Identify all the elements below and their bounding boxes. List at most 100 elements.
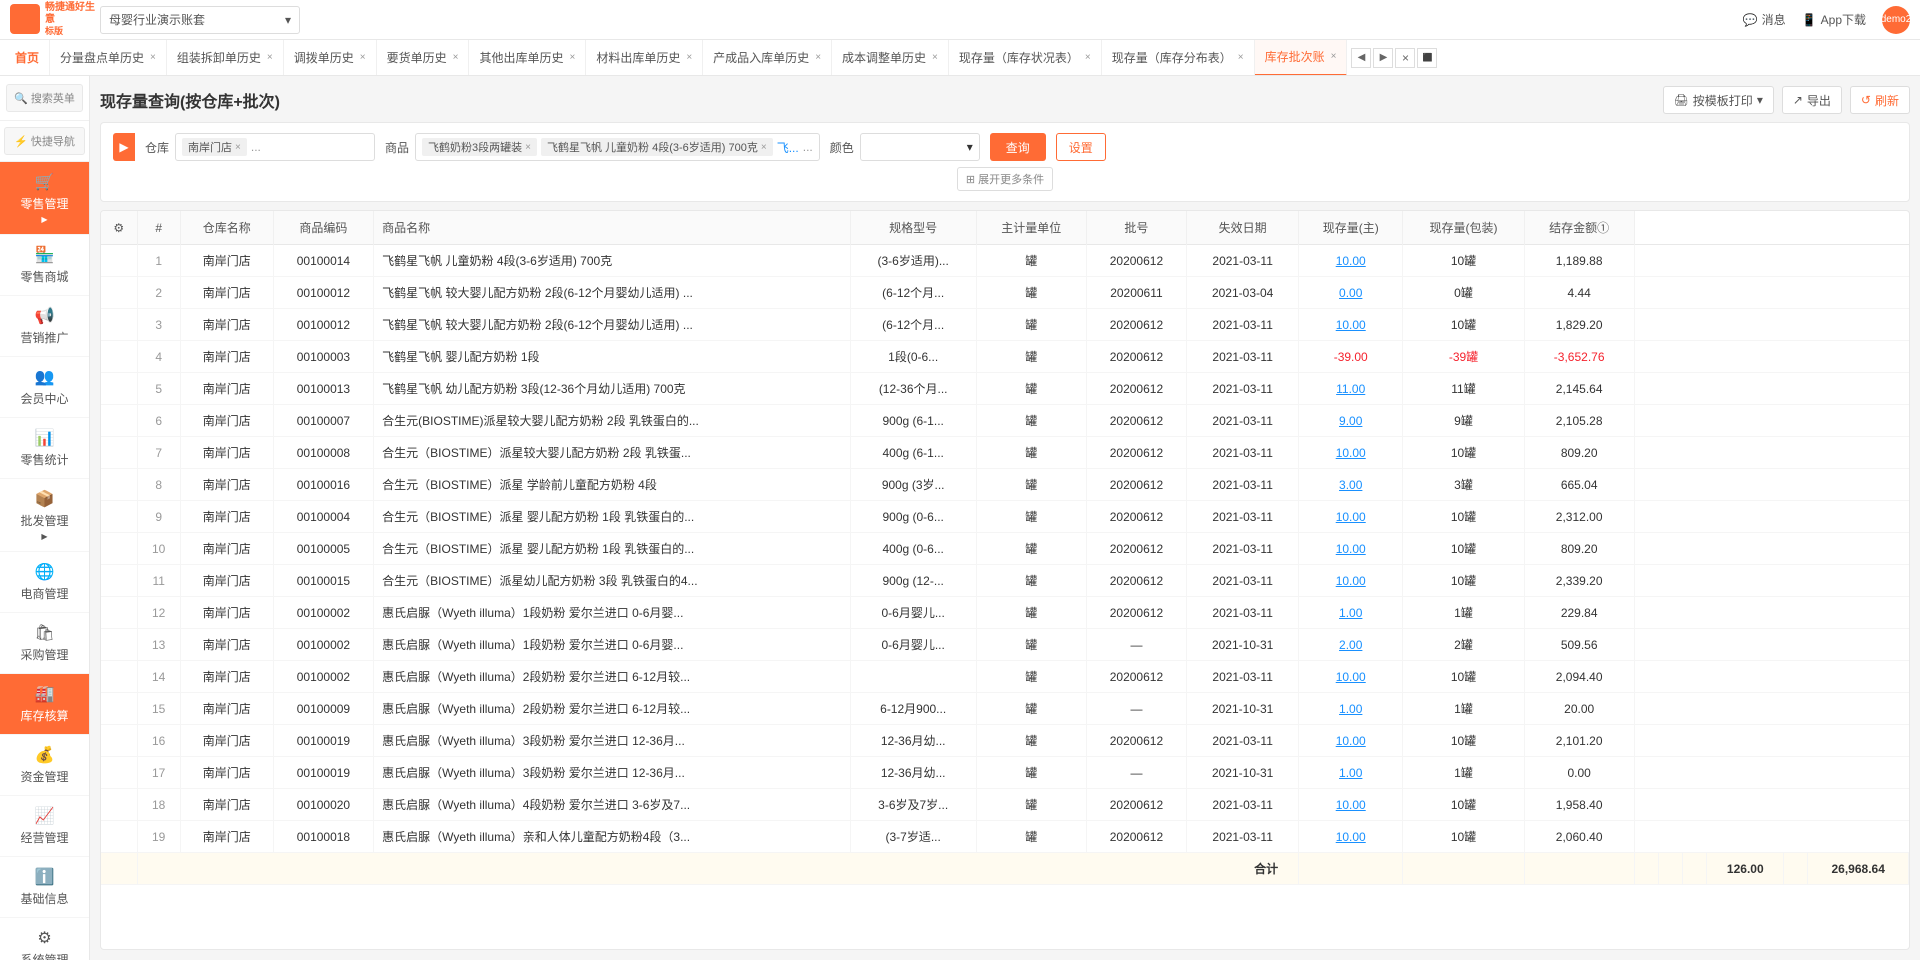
td-9[interactable]: 2.00: [1299, 629, 1403, 661]
sidebar-item-retail-mgmt[interactable]: 🛒 零售管理 ▶: [0, 162, 89, 235]
sidebar-item-retail-stats[interactable]: 📊 零售统计: [0, 418, 89, 479]
td-9[interactable]: 11.00: [1299, 373, 1403, 405]
refresh-btn[interactable]: ↺ 刷新: [1850, 86, 1910, 114]
nav-prev-btn[interactable]: ◀: [1351, 48, 1371, 68]
tab-close-invdist[interactable]: ×: [1238, 52, 1244, 63]
td-9[interactable]: 10.00: [1299, 501, 1403, 533]
sidebar-item-basic-info[interactable]: ℹ️ 基础信息: [0, 857, 89, 918]
td-9[interactable]: 10.00: [1299, 821, 1403, 853]
td-9[interactable]: 1.00: [1299, 693, 1403, 725]
td-8: 2021-10-31: [1187, 757, 1299, 789]
tab-close-disassemble[interactable]: ×: [267, 52, 273, 63]
app-download-btn[interactable]: 📱 App下载: [1802, 11, 1866, 28]
tab-invdist[interactable]: 现存量（库存分布表） ×: [1102, 40, 1255, 76]
tab-close-batchquery[interactable]: ×: [1331, 51, 1337, 62]
export-btn[interactable]: ↗ 导出: [1782, 86, 1842, 114]
tab-disassemble[interactable]: 组装拆卸单历史 ×: [167, 40, 284, 76]
td-9[interactable]: 10.00: [1299, 725, 1403, 757]
tab-close-otherout[interactable]: ×: [569, 52, 575, 63]
nav-menu-btn[interactable]: ⬛: [1417, 48, 1437, 68]
settings-btn[interactable]: 设置: [1056, 133, 1106, 161]
search-menu-btn[interactable]: 🔍 搜索英单: [6, 84, 83, 112]
td-8: 2021-03-11: [1187, 501, 1299, 533]
td-2: 南岸门店: [180, 373, 273, 405]
logo-icon: [10, 4, 40, 34]
sidebar-item-business-mgmt[interactable]: 📈 经营管理: [0, 796, 89, 857]
td-3: 00100002: [273, 661, 374, 693]
td-9[interactable]: 10.00: [1299, 565, 1403, 597]
expand-more-btn[interactable]: ⊞ 展开更多条件: [957, 167, 1053, 191]
sidebar-item-retail-shop[interactable]: 🏪 零售商城: [0, 235, 89, 296]
tab-close-costadj[interactable]: ×: [932, 52, 938, 63]
td-7: 20200612: [1086, 501, 1187, 533]
td-10: 9罐: [1403, 405, 1524, 437]
td-6: 罐: [976, 277, 1086, 309]
td-2: 南岸门店: [180, 341, 273, 373]
tab-close-pick[interactable]: ×: [360, 52, 366, 63]
tab-batchquery[interactable]: 库存批次账 ×: [1255, 40, 1348, 76]
td-9[interactable]: 10.00: [1299, 661, 1403, 693]
color-input[interactable]: ▾: [860, 133, 980, 161]
product-tag-close-1[interactable]: ×: [525, 142, 531, 153]
warehouse-input[interactable]: 南岸门店 × ...: [175, 133, 375, 161]
td-9[interactable]: 3.00: [1299, 469, 1403, 501]
td-9[interactable]: 10.00: [1299, 245, 1403, 277]
sidebar-item-finance[interactable]: 💰 资金管理: [0, 735, 89, 796]
td-9[interactable]: 1.00: [1299, 597, 1403, 629]
tab-requisition[interactable]: 要货单历史 ×: [377, 40, 470, 76]
tab-costadj[interactable]: 成本调整单历史 ×: [832, 40, 949, 76]
sidebar-item-members[interactable]: 👥 会员中心: [0, 357, 89, 418]
td-9[interactable]: 9.00: [1299, 405, 1403, 437]
tab-close-split[interactable]: ×: [150, 52, 156, 63]
nav-next-btn[interactable]: ▶: [1373, 48, 1393, 68]
tab-split[interactable]: 分量盘点单历史 ×: [50, 40, 167, 76]
td-1: 13: [137, 629, 180, 661]
tab-materialout[interactable]: 材料出库单历史 ×: [586, 40, 703, 76]
tab-home[interactable]: 首页: [5, 40, 50, 76]
tab-close-requisition[interactable]: ×: [453, 52, 459, 63]
tab-invstatus[interactable]: 现存量（库存状况表） ×: [949, 40, 1102, 76]
tab-close-productin[interactable]: ×: [815, 52, 821, 63]
sidebar-item-ecommerce[interactable]: 🌐 电商管理: [0, 552, 89, 613]
tab-otherout[interactable]: 其他出库单历史 ×: [469, 40, 586, 76]
th-qty-pkg: 现存量(包装): [1403, 211, 1524, 245]
td-10: 10罐: [1403, 309, 1524, 341]
warehouse-dots: ...: [251, 140, 261, 154]
product-input[interactable]: 飞鹤奶粉3段两罐装 × 飞鹤星飞帆 儿童奶粉 4段(3-6岁适用) 700克 ×…: [415, 133, 820, 161]
td-4: 惠氏启脲（Wyeth illuma）亲和人体儿童配方奶粉4段（3...: [374, 821, 850, 853]
tab-productin[interactable]: 产成品入库单历史 ×: [703, 40, 832, 76]
tab-close-materialout[interactable]: ×: [686, 52, 692, 63]
sidebar-item-wholesale[interactable]: 📦 批发管理 ▶: [0, 479, 89, 552]
warehouse-tag-close-1[interactable]: ×: [235, 142, 241, 153]
td-3: 00100002: [273, 629, 374, 661]
td-checkbox: [101, 661, 137, 693]
product-tag-close-2[interactable]: ×: [761, 142, 767, 153]
sidebar-item-purchase[interactable]: 🛍 采购管理: [0, 613, 89, 674]
th-settings[interactable]: ⚙: [101, 211, 137, 245]
message-btn[interactable]: 💬 消息: [1743, 11, 1786, 28]
nav-close-all-btn[interactable]: ×: [1395, 48, 1415, 68]
td-9[interactable]: 0.00: [1299, 277, 1403, 309]
td-1: 10: [137, 533, 180, 565]
th-unit: 主计量单位: [976, 211, 1086, 245]
td-9[interactable]: 1.00: [1299, 757, 1403, 789]
tab-pick[interactable]: 调拨单历史 ×: [284, 40, 377, 76]
td-9[interactable]: 10.00: [1299, 533, 1403, 565]
user-avatar-btn[interactable]: demo2: [1882, 6, 1910, 34]
filter-expand-btn[interactable]: ▶: [113, 133, 135, 161]
sidebar-item-sys-mgmt[interactable]: ⚙ 系统管理: [0, 918, 89, 960]
sidebar-item-inventory[interactable]: 🏭 库存核算: [0, 674, 89, 735]
td-10: 11罐: [1403, 373, 1524, 405]
td-9[interactable]: 10.00: [1299, 309, 1403, 341]
print-btn[interactable]: 🖨 按模板打印 ▾: [1663, 86, 1774, 114]
quick-nav-btn[interactable]: ⚡ 快捷导航: [4, 127, 85, 155]
query-btn[interactable]: 查询: [990, 133, 1046, 161]
td-10: 10罐: [1403, 661, 1524, 693]
td-9[interactable]: 10.00: [1299, 437, 1403, 469]
td-7: 20200611: [1086, 277, 1187, 309]
wholesale-icon: 📦: [35, 489, 55, 509]
td-9[interactable]: 10.00: [1299, 789, 1403, 821]
tab-close-invstatus[interactable]: ×: [1085, 52, 1091, 63]
sidebar-item-marketing[interactable]: 📢 营销推广: [0, 296, 89, 357]
industry-select[interactable]: 母婴行业演示账套 ▾: [100, 6, 300, 34]
